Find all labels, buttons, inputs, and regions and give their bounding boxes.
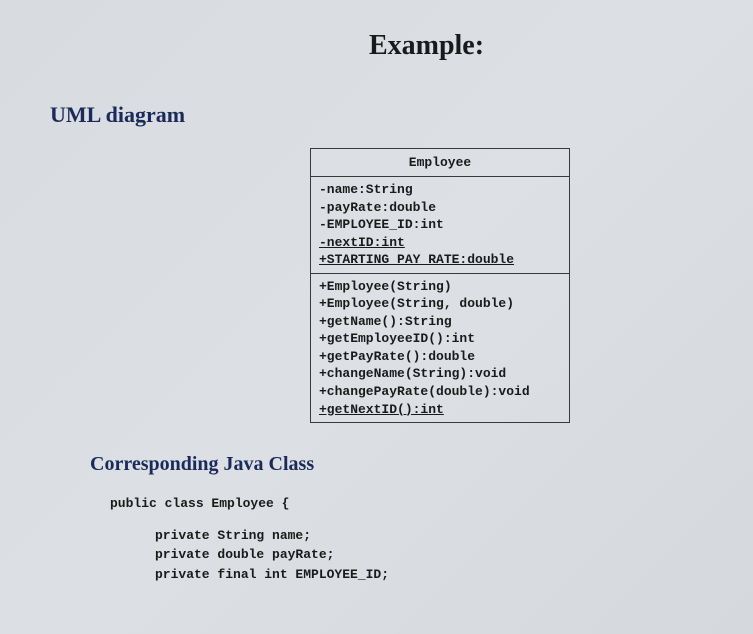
code-line: private final int EMPLOYEE_ID; xyxy=(155,565,703,585)
uml-method: +getEmployeeID():int xyxy=(319,330,561,348)
uml-heading: UML diagram xyxy=(50,102,703,128)
uml-attribute: -payRate:double xyxy=(319,199,561,217)
uml-method: +getName():String xyxy=(319,313,561,331)
uml-attribute: -EMPLOYEE_ID:int xyxy=(319,216,561,234)
java-heading: Corresponding Java Class xyxy=(90,453,703,476)
uml-class-box: Employee -name:String-payRate:double-EMP… xyxy=(310,148,570,423)
page-title: Example: xyxy=(150,30,703,62)
java-code: public class Employee { private String n… xyxy=(110,494,703,584)
uml-method: +Employee(String) xyxy=(319,278,561,296)
uml-attribute: +STARTING_PAY_RATE:double xyxy=(319,251,561,269)
code-line: private String name; xyxy=(155,526,703,546)
uml-attributes: -name:String-payRate:double-EMPLOYEE_ID:… xyxy=(311,177,569,274)
uml-methods: +Employee(String)+Employee(String, doubl… xyxy=(311,274,569,422)
java-section: Corresponding Java Class public class Em… xyxy=(90,453,703,584)
uml-method: +changeName(String):void xyxy=(319,365,561,383)
uml-attribute: -name:String xyxy=(319,181,561,199)
uml-class-name: Employee xyxy=(311,149,569,177)
uml-method: +changePayRate(double):void xyxy=(319,383,561,401)
code-line: private double payRate; xyxy=(155,545,703,565)
uml-method: +getNextID():int xyxy=(319,401,561,419)
uml-attribute: -nextID:int xyxy=(319,234,561,252)
code-line: public class Employee { xyxy=(110,494,703,514)
uml-method: +Employee(String, double) xyxy=(319,295,561,313)
uml-method: +getPayRate():double xyxy=(319,348,561,366)
